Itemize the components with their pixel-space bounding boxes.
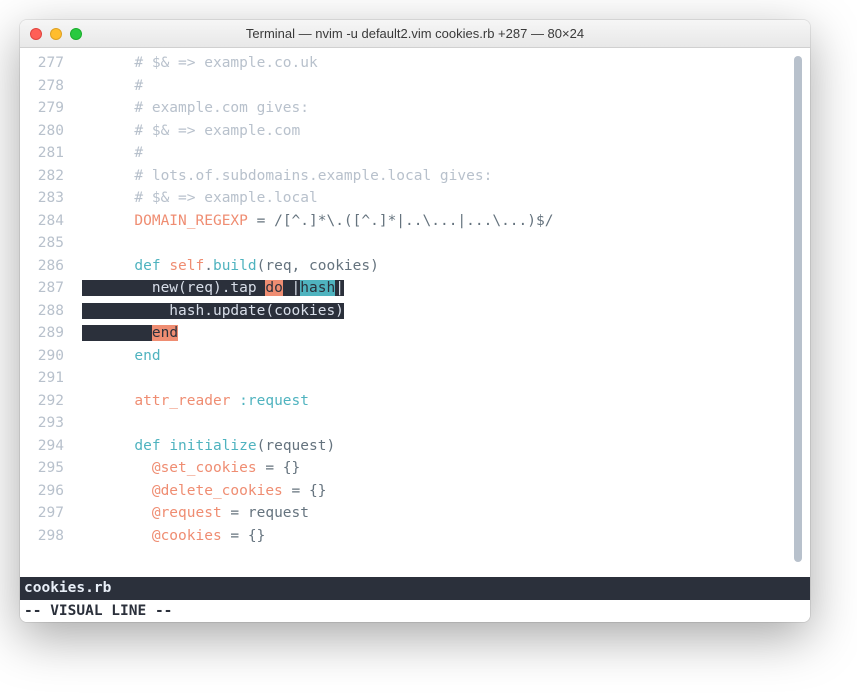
terminal-area[interactable]: 277 # $& => example.co.uk 278 # 279 # ex… bbox=[20, 48, 810, 622]
code-line: 293 bbox=[20, 412, 810, 435]
line-number: 282 bbox=[20, 165, 82, 188]
code-line: 285 bbox=[20, 232, 810, 255]
line-number: 292 bbox=[20, 390, 82, 413]
code-line: 279 # example.com gives: bbox=[20, 97, 810, 120]
line-number: 280 bbox=[20, 120, 82, 143]
code-line: 295 @set_cookies = {} bbox=[20, 457, 810, 480]
traffic-lights bbox=[30, 28, 82, 40]
code-line: 292 attr_reader :request bbox=[20, 390, 810, 413]
line-number: 295 bbox=[20, 457, 82, 480]
code-line: 278 # bbox=[20, 75, 810, 98]
code-line: 277 # $& => example.co.uk bbox=[20, 52, 810, 75]
code-line: 296 @delete_cookies = {} bbox=[20, 480, 810, 503]
line-number: 289 bbox=[20, 322, 82, 345]
line-number: 279 bbox=[20, 97, 82, 120]
code-line: 294 def initialize(request) bbox=[20, 435, 810, 458]
line-number: 288 bbox=[20, 300, 82, 323]
minimize-icon[interactable] bbox=[50, 28, 62, 40]
code-line: 281 # bbox=[20, 142, 810, 165]
line-number: 281 bbox=[20, 142, 82, 165]
code-line: 298 @cookies = {} bbox=[20, 525, 810, 548]
code-line: 282 # lots.of.subdomains.example.local g… bbox=[20, 165, 810, 188]
line-number: 298 bbox=[20, 525, 82, 548]
code-line-selected: 288 hash.update(cookies) bbox=[20, 300, 810, 323]
line-number: 283 bbox=[20, 187, 82, 210]
code-line: 286 def self.build(req, cookies) bbox=[20, 255, 810, 278]
code-line: 284 DOMAIN_REGEXP = /[^.]*\.([^.]*|..\..… bbox=[20, 210, 810, 233]
code-area[interactable]: 277 # $& => example.co.uk 278 # 279 # ex… bbox=[20, 48, 810, 547]
code-line-selected: 287 new(req).tap do |hash| bbox=[20, 277, 810, 300]
code-line: 280 # $& => example.com bbox=[20, 120, 810, 143]
window-title: Terminal — nvim -u default2.vim cookies.… bbox=[30, 26, 800, 41]
line-number: 285 bbox=[20, 232, 82, 255]
terminal-window: Terminal — nvim -u default2.vim cookies.… bbox=[20, 20, 810, 622]
line-number: 284 bbox=[20, 210, 82, 233]
line-number: 291 bbox=[20, 367, 82, 390]
line-number: 286 bbox=[20, 255, 82, 278]
status-bar: cookies.rb bbox=[20, 577, 810, 600]
line-number: 294 bbox=[20, 435, 82, 458]
mode-line: -- VISUAL LINE -- bbox=[20, 600, 810, 623]
line-number: 277 bbox=[20, 52, 82, 75]
line-number: 293 bbox=[20, 412, 82, 435]
line-number: 278 bbox=[20, 75, 82, 98]
code-line: 297 @request = request bbox=[20, 502, 810, 525]
code-line: 283 # $& => example.local bbox=[20, 187, 810, 210]
titlebar[interactable]: Terminal — nvim -u default2.vim cookies.… bbox=[20, 20, 810, 48]
code-line-selected: 289 end bbox=[20, 322, 810, 345]
scrollbar[interactable] bbox=[794, 56, 802, 562]
zoom-icon[interactable] bbox=[70, 28, 82, 40]
code-line: 290 end bbox=[20, 345, 810, 368]
code-line: 291 bbox=[20, 367, 810, 390]
line-number: 296 bbox=[20, 480, 82, 503]
close-icon[interactable] bbox=[30, 28, 42, 40]
line-number: 287 bbox=[20, 277, 82, 300]
line-number: 290 bbox=[20, 345, 82, 368]
line-number: 297 bbox=[20, 502, 82, 525]
